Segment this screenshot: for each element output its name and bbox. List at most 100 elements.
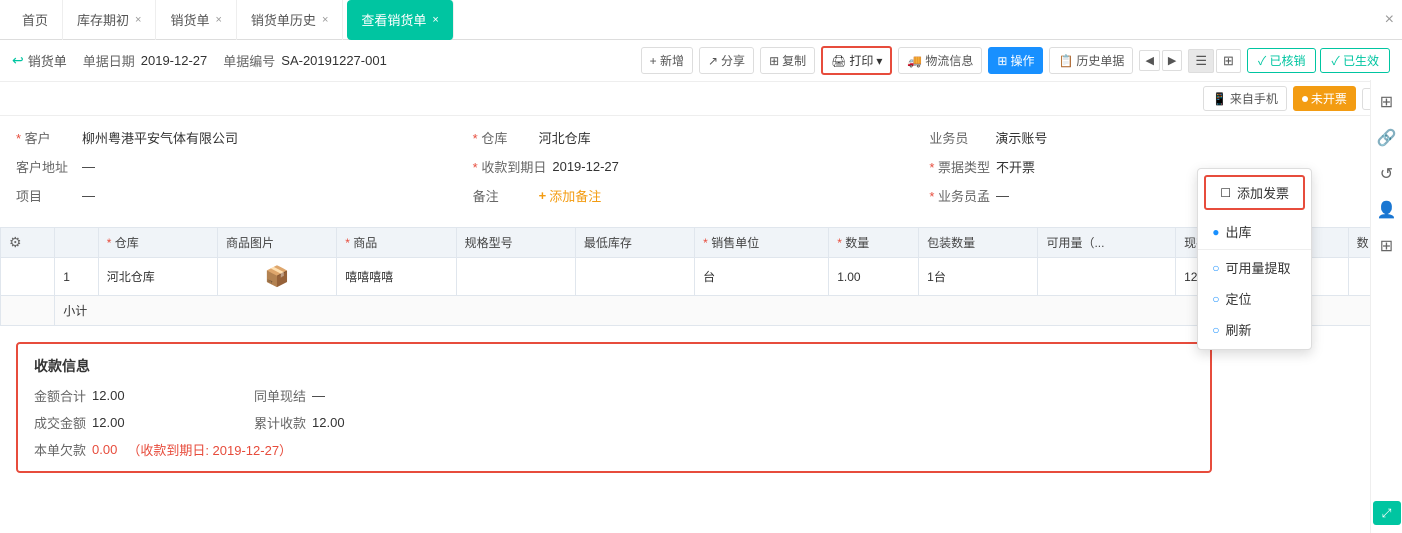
list-view-button[interactable]: ☰ <box>1188 49 1214 73</box>
table-header-row: ⚙ 仓库 商品图片 商品 规格型号 最低库存 销售单位 数量 包装数量 可用量（… <box>1 228 1402 258</box>
same-order-settlement-label: 同单现结 <box>254 386 306 405</box>
total-amount-label: 金额合计 <box>34 386 86 405</box>
total-amount-value: 12.00 <box>92 388 125 403</box>
data-table-wrap: ⚙ 仓库 商品图片 商品 规格型号 最低库存 销售单位 数量 包装数量 可用量（… <box>0 227 1402 326</box>
doc-toolbar: ↩ 销货单 单据日期 2019-12-27 单据编号 SA-20191227-0… <box>0 40 1402 82</box>
tab-sales-close[interactable]: × <box>215 14 221 26</box>
cumulative-receipt-value: 12.00 <box>312 415 345 430</box>
same-order-settlement-value: — <box>312 388 325 403</box>
cumulative-receipt-label: 累计收款 <box>254 413 306 432</box>
effective-button[interactable]: ✓ 已生效 <box>1320 48 1390 73</box>
sidebar-link-icon[interactable]: 🔗 <box>1373 124 1401 152</box>
share-button[interactable]: ↗ 分享 <box>699 47 754 74</box>
td-available <box>1038 258 1176 296</box>
op-divider1 <box>1198 249 1311 250</box>
date-label: 单据日期 <box>83 51 135 70</box>
operation-icon: ⊞ <box>997 54 1007 68</box>
next-button[interactable]: ▶ <box>1162 50 1182 71</box>
print-button[interactable]: 🖨 打印 ▾ <box>821 46 892 75</box>
gear-icon[interactable]: ⚙ <box>9 234 22 250</box>
tab-sales[interactable]: 销货单 × <box>156 0 236 40</box>
sidebar-person-icon[interactable]: 👤 <box>1373 196 1401 224</box>
from-phone-button[interactable]: 📱 来自手机 <box>1203 86 1287 111</box>
due-date-field: 收款到期日 2019-12-27 <box>473 157 930 176</box>
sidebar-expand-button[interactable]: ⤢ <box>1373 501 1401 525</box>
logistics-label: 物流信息 <box>925 52 973 69</box>
tab-home[interactable]: 首页 <box>8 0 63 40</box>
warehouse-value: 河北仓库 <box>539 128 591 147</box>
logistics-button[interactable]: 🚚 物流信息 <box>898 47 982 74</box>
note-btn-label: 添加备注 <box>549 186 601 205</box>
payment-row-3: 本单欠款 0.00 （收款到期日: 2019-12-27） <box>34 440 1194 459</box>
warehouse-label: 仓库 <box>473 128 533 147</box>
sidebar-copy-icon[interactable]: ⊞ <box>1376 88 1397 116</box>
customer-value: 柳州粤港平安气体有限公司 <box>82 128 238 147</box>
tab-view-sales-label: 查看销货单 <box>361 10 426 29</box>
payment-row-2: 成交金额 12.00 累计收款 12.00 <box>34 413 1194 432</box>
operation-label: 操作 <box>1010 52 1034 69</box>
op-locate[interactable]: ○ 定位 <box>1198 283 1311 314</box>
logistics-icon: 🚚 <box>907 54 922 68</box>
sidebar-extra-icon[interactable]: ⊞ <box>1376 232 1397 260</box>
nav-arrows: ◀ ▶ <box>1139 50 1182 71</box>
sidebar-history-icon[interactable]: ↺ <box>1376 160 1397 188</box>
print-icon: 🖨 <box>831 54 846 68</box>
staff-label: 业务员 <box>929 128 989 147</box>
window-close-button[interactable]: × <box>1385 11 1394 29</box>
th-available: 可用量（... <box>1038 228 1176 258</box>
history-button[interactable]: 📋 历史单据 <box>1049 47 1133 74</box>
not-opened-button[interactable]: 未开票 <box>1293 86 1356 111</box>
td-pack-qty: 1台 <box>919 258 1038 296</box>
address-label: 客户地址 <box>16 157 76 176</box>
refresh-icon: ○ <box>1212 323 1219 337</box>
locate-icon: ○ <box>1212 292 1219 306</box>
td-quantity: 1.00 <box>829 258 919 296</box>
ticket-type-label: 票据类型 <box>929 157 990 176</box>
date-value: 2019-12-27 <box>141 53 208 68</box>
add-invoice-icon: ☐ <box>1220 186 1231 200</box>
add-note-button[interactable]: 添加备注 <box>539 186 602 205</box>
payment-section-wrap: 收款信息 金额合计 12.00 同单现结 — 成交金额 12.00 <box>0 326 1402 481</box>
prev-button[interactable]: ◀ <box>1139 50 1159 71</box>
form-row-2: 客户地址 — 收款到期日 2019-12-27 票据类型 不开票 <box>16 157 1386 176</box>
operation-dropdown: ☐ 添加发票 ● 出库 ○ 可用量提取 ○ 定位 ○ 刷新 <box>1197 168 1312 350</box>
transaction-amount-value: 12.00 <box>92 415 125 430</box>
td-min-stock <box>575 258 694 296</box>
salesperson-value: — <box>996 188 1009 203</box>
outbound-label: 出库 <box>1225 222 1251 241</box>
grid-view-button[interactable]: ⊞ <box>1216 49 1241 73</box>
share-label: 分享 <box>721 52 745 69</box>
payment-title: 收款信息 <box>34 356 1194 376</box>
canceled-button[interactable]: ✓ 已核销 <box>1247 48 1317 73</box>
op-available-qty[interactable]: ○ 可用量提取 <box>1198 252 1311 283</box>
outbound-icon: ● <box>1212 225 1219 239</box>
tab-sales-history[interactable]: 销货单历史 × <box>237 0 343 40</box>
th-warehouse: 仓库 <box>98 228 217 258</box>
current-arrears-item: 本单欠款 0.00 （收款到期日: 2019-12-27） <box>34 440 394 459</box>
staff-field: 业务员 演示账号 <box>929 128 1386 147</box>
ticket-type-field: 票据类型 不开票 <box>929 157 1386 176</box>
tab-view-sales-close[interactable]: × <box>432 14 438 26</box>
op-add-invoice[interactable]: ☐ 添加发票 <box>1206 177 1303 208</box>
op-refresh[interactable]: ○ 刷新 <box>1198 314 1311 345</box>
tab-inventory-close[interactable]: × <box>135 14 141 26</box>
form-section: 客户 柳州粤港平安气体有限公司 仓库 河北仓库 业务员 演示账号 客户地址 — … <box>0 116 1402 227</box>
customer-field: 客户 柳州粤港平安气体有限公司 <box>16 128 473 147</box>
customer-label: 客户 <box>16 128 76 147</box>
tab-sales-history-close[interactable]: × <box>322 14 328 26</box>
tab-view-sales[interactable]: 查看销货单 × <box>347 0 453 40</box>
product-image: 📦 <box>265 266 290 288</box>
operation-button[interactable]: ⊞ 操作 <box>988 47 1043 74</box>
note-label: 备注 <box>473 186 533 205</box>
locate-label: 定位 <box>1225 289 1251 308</box>
tab-inventory[interactable]: 库存期初 × <box>63 0 156 40</box>
op-outbound[interactable]: ● 出库 <box>1198 216 1311 247</box>
new-button[interactable]: + 新增 <box>641 47 693 74</box>
cumulative-receipt-item: 累计收款 12.00 <box>254 413 434 432</box>
tab-home-label: 首页 <box>22 10 48 29</box>
ticket-type-value: 不开票 <box>996 157 1035 176</box>
doc-type-badge: ↩ 销货单 <box>12 51 67 70</box>
th-sales-unit: 销售单位 <box>695 228 829 258</box>
copy-button[interactable]: ⊞ 复制 <box>760 47 815 74</box>
project-field: 项目 — <box>16 186 473 205</box>
